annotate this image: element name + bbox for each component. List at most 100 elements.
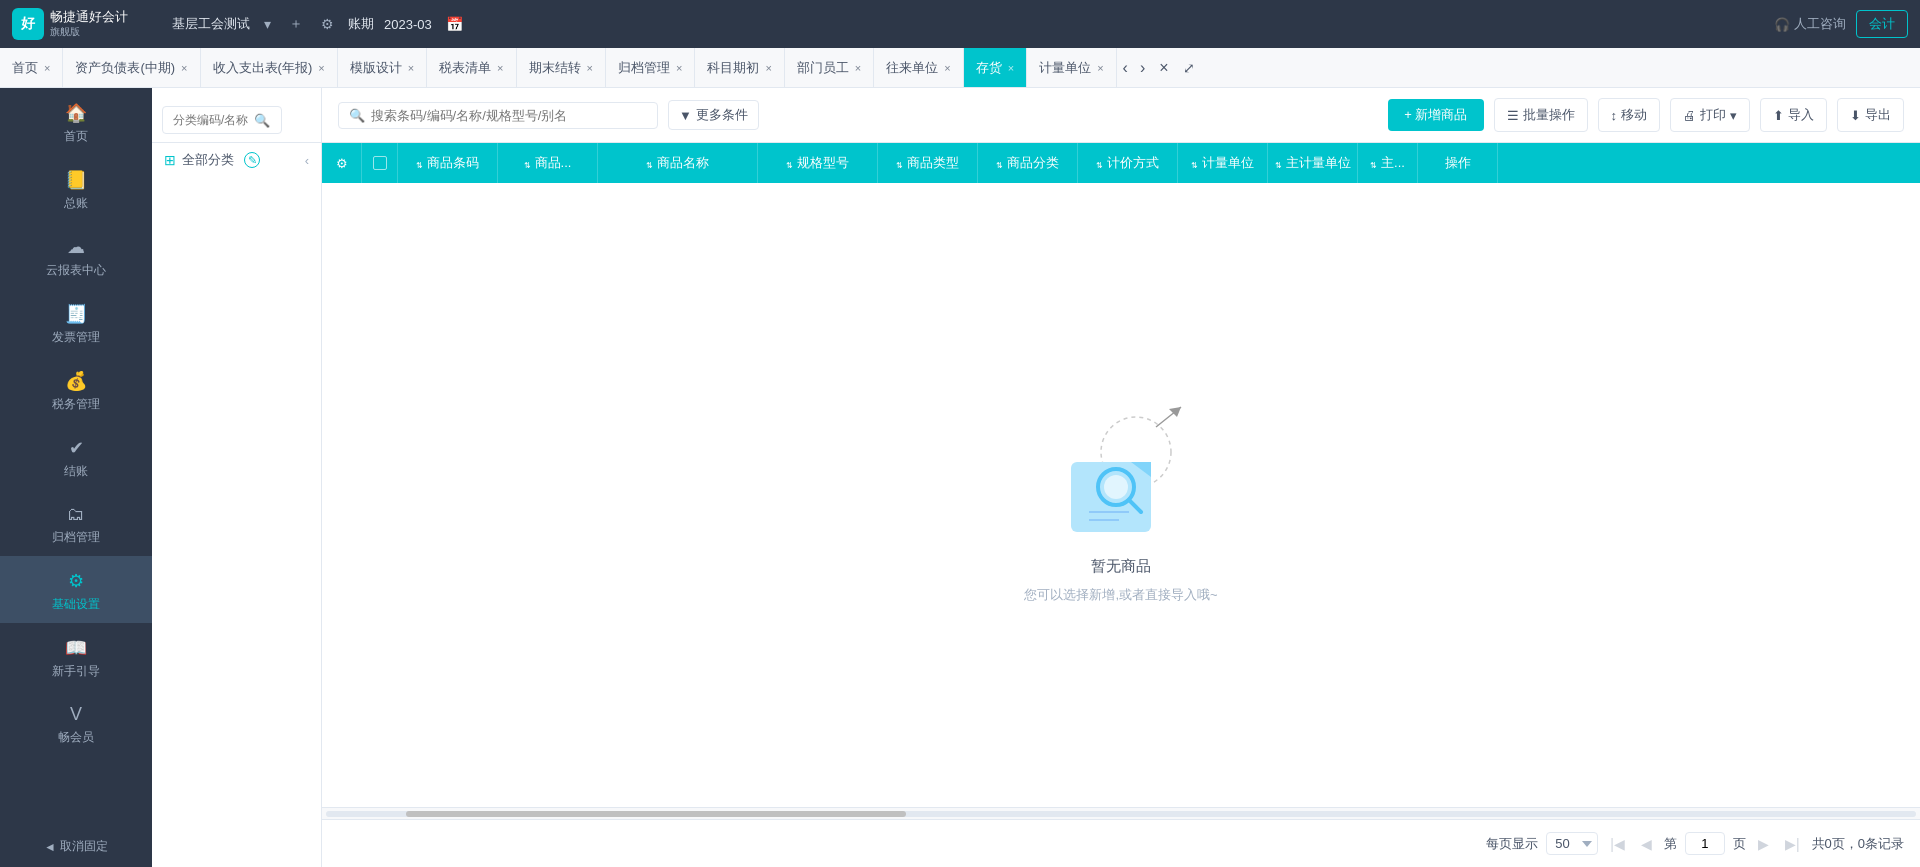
filter-icon: ▼ <box>679 108 692 123</box>
export-button[interactable]: ⬇ 导出 <box>1837 98 1904 132</box>
tab-income-close[interactable]: × <box>318 62 324 74</box>
scroll-thumb[interactable] <box>406 811 906 817</box>
tab-dept-label: 部门员工 <box>797 59 849 77</box>
sidebar-item-tax[interactable]: 💰 税务管理 <box>0 356 152 423</box>
tab-dept[interactable]: 部门员工 × <box>785 48 874 88</box>
period-value: 2023-03 <box>384 17 432 32</box>
header-checkbox[interactable] <box>373 156 387 170</box>
page-prev-btn[interactable]: ◀ <box>1637 834 1656 854</box>
th-pricing[interactable]: ⇅ 计价方式 <box>1078 143 1178 183</box>
category-all[interactable]: ⊞ 全部分类 ✎ ‹ <box>152 143 321 177</box>
batch-operation-button[interactable]: ☰ 批量操作 <box>1494 98 1588 132</box>
tab-period[interactable]: 期末结转 × <box>517 48 606 88</box>
category-grid-icon: ⊞ <box>164 152 176 168</box>
page-size-select[interactable]: 20 50 100 <box>1546 832 1598 855</box>
tab-tax-close[interactable]: × <box>497 62 503 74</box>
tab-income[interactable]: 收入支出表(年报) × <box>201 48 338 88</box>
ledger-icon: 📒 <box>65 169 87 191</box>
tab-bar-expand[interactable]: ⤢ <box>1177 60 1201 76</box>
tab-dept-close[interactable]: × <box>855 62 861 74</box>
tab-balance-close[interactable]: × <box>181 62 187 74</box>
tab-contacts-close[interactable]: × <box>944 62 950 74</box>
tab-home[interactable]: 首页 × <box>0 48 63 88</box>
print-button[interactable]: 🖨 打印 ▾ <box>1670 98 1750 132</box>
edit-category-icon[interactable]: ✎ <box>244 152 260 168</box>
headphone-icon: 🎧 <box>1774 17 1790 32</box>
th-main-unit[interactable]: ⇅ 主计量单位 <box>1268 143 1358 183</box>
tab-unit-close[interactable]: × <box>1097 62 1103 74</box>
tab-archive[interactable]: 归档管理 × <box>606 48 695 88</box>
th-unit[interactable]: ⇅ 计量单位 <box>1178 143 1268 183</box>
sidebar-item-ledger[interactable]: 📒 总账 <box>0 155 152 222</box>
tab-archive-close[interactable]: × <box>676 62 682 74</box>
th-checkbox[interactable] <box>362 143 398 183</box>
tab-inventory-close[interactable]: × <box>1008 62 1014 74</box>
add-tab-icon[interactable]: ＋ <box>285 11 307 37</box>
import-button[interactable]: ⬆ 导入 <box>1760 98 1827 132</box>
tab-template[interactable]: 模版设计 × <box>338 48 427 88</box>
page-next-btn[interactable]: ▶ <box>1754 834 1773 854</box>
print-dropdown-icon[interactable]: ▾ <box>1730 108 1737 123</box>
th-category[interactable]: ⇅ 商品分类 <box>978 143 1078 183</box>
tab-nav-prev[interactable]: ‹ <box>1117 48 1134 88</box>
tab-nav-next[interactable]: › <box>1134 48 1151 88</box>
table-area: ⚙ ⇅ 商品条码 ⇅ 商品... <box>322 143 1920 867</box>
add-product-button[interactable]: + 新增商品 <box>1388 99 1483 131</box>
close-accounts-icon: ✔ <box>69 437 84 459</box>
sidebar-guide-label: 新手引导 <box>52 663 100 680</box>
sort-barcode-icon: ⇅ <box>416 156 423 171</box>
sidebar-item-close[interactable]: ✔ 结账 <box>0 423 152 490</box>
tab-subject-close[interactable]: × <box>765 62 771 74</box>
total-records: 共0页，0条记录 <box>1812 835 1904 853</box>
category-search-icon[interactable]: 🔍 <box>254 113 270 128</box>
th-type[interactable]: ⇅ 商品类型 <box>878 143 978 183</box>
scroll-track[interactable] <box>326 811 1916 817</box>
kuaiji-button[interactable]: 会计 <box>1856 10 1908 38</box>
th-name[interactable]: ⇅ 商品名称 <box>598 143 758 183</box>
move-button[interactable]: ↕ 移动 <box>1598 98 1661 132</box>
tab-unit[interactable]: 计量单位 × <box>1027 48 1116 88</box>
filter-button[interactable]: ▼ 更多条件 <box>668 100 759 130</box>
page-input[interactable] <box>1685 832 1725 855</box>
company-name[interactable]: 基层工会测试 <box>172 15 250 33</box>
tab-period-close[interactable]: × <box>587 62 593 74</box>
cancel-fixed-btn[interactable]: ◄ 取消固定 <box>0 826 152 867</box>
main-toolbar: 🔍 ▼ 更多条件 + 新增商品 ☰ 批量操作 ↕ 移动 <box>322 88 1920 143</box>
tab-template-close[interactable]: × <box>408 62 414 74</box>
th-spec[interactable]: ⇅ 规格型号 <box>758 143 878 183</box>
arrow-left-icon: ◄ <box>44 840 56 854</box>
human-service-btn[interactable]: 🎧 人工咨询 <box>1774 15 1846 33</box>
tab-home-close[interactable]: × <box>44 62 50 74</box>
sidebar-item-invoice[interactable]: 🧾 发票管理 <box>0 289 152 356</box>
sidebar-item-settings[interactable]: ⚙ 基础设置 <box>0 556 152 623</box>
sidebar-item-guide[interactable]: 📖 新手引导 <box>0 623 152 690</box>
empty-svg <box>1041 387 1201 547</box>
th-barcode[interactable]: ⇅ 商品条码 <box>398 143 498 183</box>
th-extra[interactable]: ⇅ 主... <box>1358 143 1418 183</box>
tab-bar-close[interactable]: × <box>1151 59 1176 77</box>
th-settings[interactable]: ⚙ <box>322 143 362 183</box>
tab-tax[interactable]: 税表清单 × <box>427 48 516 88</box>
tab-contacts[interactable]: 往来单位 × <box>874 48 963 88</box>
calendar-icon[interactable]: 📅 <box>442 12 467 36</box>
sidebar-invoice-label: 发票管理 <box>52 329 100 346</box>
sort-name-icon: ⇅ <box>646 156 653 171</box>
sidebar-item-member[interactable]: V 畅会员 <box>0 690 152 756</box>
main-search-input[interactable] <box>371 108 647 123</box>
sidebar-item-archive[interactable]: 🗂 归档管理 <box>0 490 152 556</box>
tab-subject[interactable]: 科目期初 × <box>695 48 784 88</box>
page-last-btn[interactable]: ▶| <box>1781 834 1804 854</box>
collapse-panel-icon[interactable]: ‹ <box>305 153 309 168</box>
tab-inventory[interactable]: 存货 × <box>964 48 1027 88</box>
sidebar-home-label: 首页 <box>64 128 88 145</box>
tab-balance[interactable]: 资产负债表(中期) × <box>63 48 200 88</box>
guide-icon: 📖 <box>65 637 87 659</box>
dropdown-icon[interactable]: ▾ <box>260 12 275 36</box>
move-label: 移动 <box>1621 106 1647 124</box>
settings-icon[interactable]: ⚙ <box>317 12 338 36</box>
page-first-btn[interactable]: |◀ <box>1606 834 1629 854</box>
th-code[interactable]: ⇅ 商品... <box>498 143 598 183</box>
sidebar-item-report[interactable]: ☁ 云报表中心 <box>0 222 152 289</box>
sidebar-item-home[interactable]: 🏠 首页 <box>0 88 152 155</box>
import-icon: ⬆ <box>1773 108 1784 123</box>
